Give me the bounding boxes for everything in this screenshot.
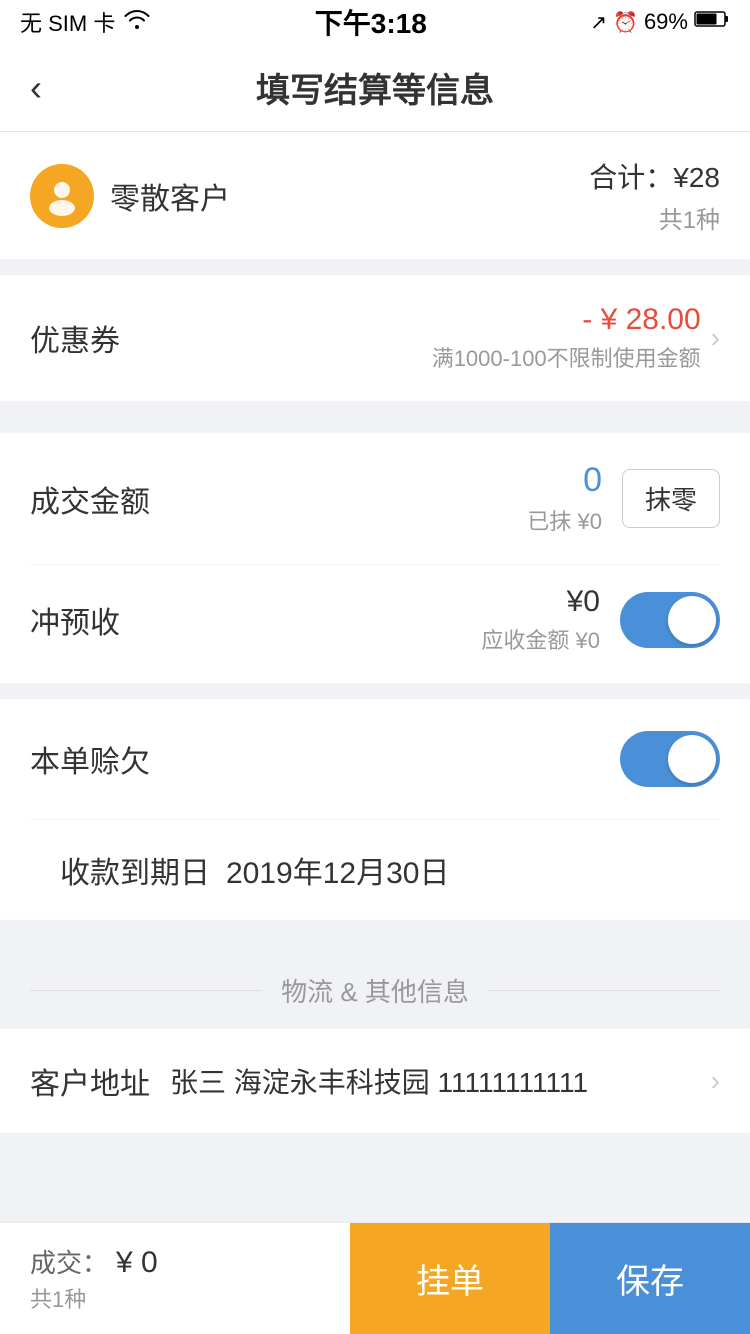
deal-amount-sub: 已抹 ¥0 bbox=[527, 504, 602, 536]
customer-name: 零散客户 bbox=[110, 174, 230, 218]
customer-avatar bbox=[30, 164, 94, 228]
debt-label: 本单赊欠 bbox=[30, 737, 150, 781]
total-amount: 合计：¥28 bbox=[589, 156, 720, 196]
customer-section: 零散客户 合计：¥28 共1种 bbox=[0, 132, 750, 259]
content: 零散客户 合计：¥28 共1种 优惠券 - ¥ 28.00 满1000-100不… bbox=[0, 132, 750, 1269]
coupon-right: - ¥ 28.00 满1000-100不限制使用金额 › bbox=[432, 303, 720, 373]
due-date-value: 2019年12月30日 bbox=[226, 848, 449, 892]
battery-text: 69% bbox=[644, 9, 688, 35]
hang-order-button[interactable]: 挂单 bbox=[350, 1223, 550, 1334]
bottom-count: 共1种 bbox=[30, 1282, 320, 1314]
chevron-right-icon: › bbox=[711, 322, 720, 354]
address-value: 张三 海淀永丰科技园 11111111111 bbox=[170, 1061, 711, 1101]
amount-row: 成交金额 0 已抹 ¥0 抹零 bbox=[30, 433, 720, 564]
due-date-row: 收款到期日 2019年12月30日 bbox=[30, 819, 720, 920]
round-button[interactable]: 抹零 bbox=[622, 469, 720, 528]
wifi-icon bbox=[123, 9, 151, 35]
battery-icon bbox=[694, 8, 730, 36]
customer-left: 零散客户 bbox=[30, 164, 230, 228]
logistics-divider: 物流 & 其他信息 bbox=[0, 952, 750, 1029]
debt-toggle-knob bbox=[668, 735, 716, 783]
bottom-bar: 成交： ¥ 0 共1种 挂单 保存 bbox=[0, 1222, 750, 1334]
address-label: 客户地址 bbox=[30, 1059, 150, 1103]
bottom-deal-label: 成交： bbox=[30, 1243, 108, 1280]
pre-receive-row: 冲预收 ¥0 应收金额 ¥0 bbox=[30, 564, 720, 683]
divider-line-right bbox=[489, 990, 720, 991]
coupon-label: 优惠券 bbox=[30, 316, 120, 360]
bottom-info: 成交： ¥ 0 共1种 bbox=[0, 1243, 350, 1314]
toggle-knob bbox=[668, 596, 716, 644]
signal-text: 无 SIM 卡 bbox=[20, 6, 115, 38]
deal-amount-label: 成交金额 bbox=[30, 477, 150, 521]
status-bar: 无 SIM 卡 下午3:18 ↗ ⏰ 69% bbox=[0, 0, 750, 44]
status-right: ↗ ⏰ 69% bbox=[590, 8, 730, 36]
pre-receive-right: ¥0 应收金额 ¥0 bbox=[481, 585, 720, 655]
amount-row-right: 0 已抹 ¥0 抹零 bbox=[527, 461, 720, 536]
section-divider-3 bbox=[0, 936, 750, 952]
pre-receive-sub: 应收金额 ¥0 bbox=[481, 623, 600, 655]
back-button[interactable]: ‹ bbox=[30, 67, 42, 109]
coupon-row[interactable]: 优惠券 - ¥ 28.00 满1000-100不限制使用金额 › bbox=[0, 275, 750, 401]
address-chevron-icon: › bbox=[711, 1065, 720, 1097]
customer-row: 零散客户 合计：¥28 共1种 bbox=[0, 132, 750, 259]
total-count: 共1种 bbox=[589, 200, 720, 235]
debt-toggle[interactable] bbox=[620, 731, 720, 787]
divider-line-left bbox=[30, 990, 261, 991]
debt-section: 本单赊欠 收款到期日 2019年12月30日 bbox=[0, 699, 750, 920]
section-divider-2 bbox=[0, 683, 750, 699]
pre-receive-values: ¥0 应收金额 ¥0 bbox=[481, 585, 600, 655]
alarm-icon: ⏰ bbox=[613, 10, 638, 35]
pre-receive-amount: ¥0 bbox=[481, 585, 600, 619]
amount-value-block: 0 已抹 ¥0 bbox=[527, 461, 602, 536]
due-date-label: 收款到期日 bbox=[60, 848, 210, 892]
coupon-info: - ¥ 28.00 满1000-100不限制使用金额 bbox=[432, 303, 701, 373]
coupon-desc: 满1000-100不限制使用金额 bbox=[432, 341, 701, 373]
save-button[interactable]: 保存 bbox=[550, 1223, 750, 1334]
address-row[interactable]: 客户地址 张三 海淀永丰科技园 11111111111 › bbox=[0, 1029, 750, 1133]
page-title: 填写结算等信息 bbox=[256, 63, 494, 112]
status-left: 无 SIM 卡 bbox=[20, 6, 151, 38]
coupon-section: 优惠券 - ¥ 28.00 满1000-100不限制使用金额 › bbox=[0, 275, 750, 401]
location-icon: ↗ bbox=[590, 10, 607, 35]
address-section: 客户地址 张三 海淀永丰科技园 11111111111 › bbox=[0, 1029, 750, 1133]
status-time: 下午3:18 bbox=[315, 2, 427, 42]
coupon-discount: - ¥ 28.00 bbox=[432, 303, 701, 337]
amount-section: 成交金额 0 已抹 ¥0 抹零 冲预收 ¥0 应收金额 ¥0 bbox=[0, 433, 750, 683]
deal-amount-value: 0 bbox=[527, 461, 602, 500]
nav-bar: ‹ 填写结算等信息 bbox=[0, 44, 750, 132]
pre-receive-label: 冲预收 bbox=[30, 598, 120, 642]
debt-row: 本单赊欠 bbox=[30, 699, 720, 819]
pre-receive-toggle[interactable] bbox=[620, 592, 720, 648]
bottom-deal-amount: ¥ 0 bbox=[116, 1246, 158, 1280]
logistics-text: 物流 & 其他信息 bbox=[261, 972, 489, 1009]
section-divider-1 bbox=[0, 417, 750, 433]
customer-right: 合计：¥28 共1种 bbox=[589, 156, 720, 235]
